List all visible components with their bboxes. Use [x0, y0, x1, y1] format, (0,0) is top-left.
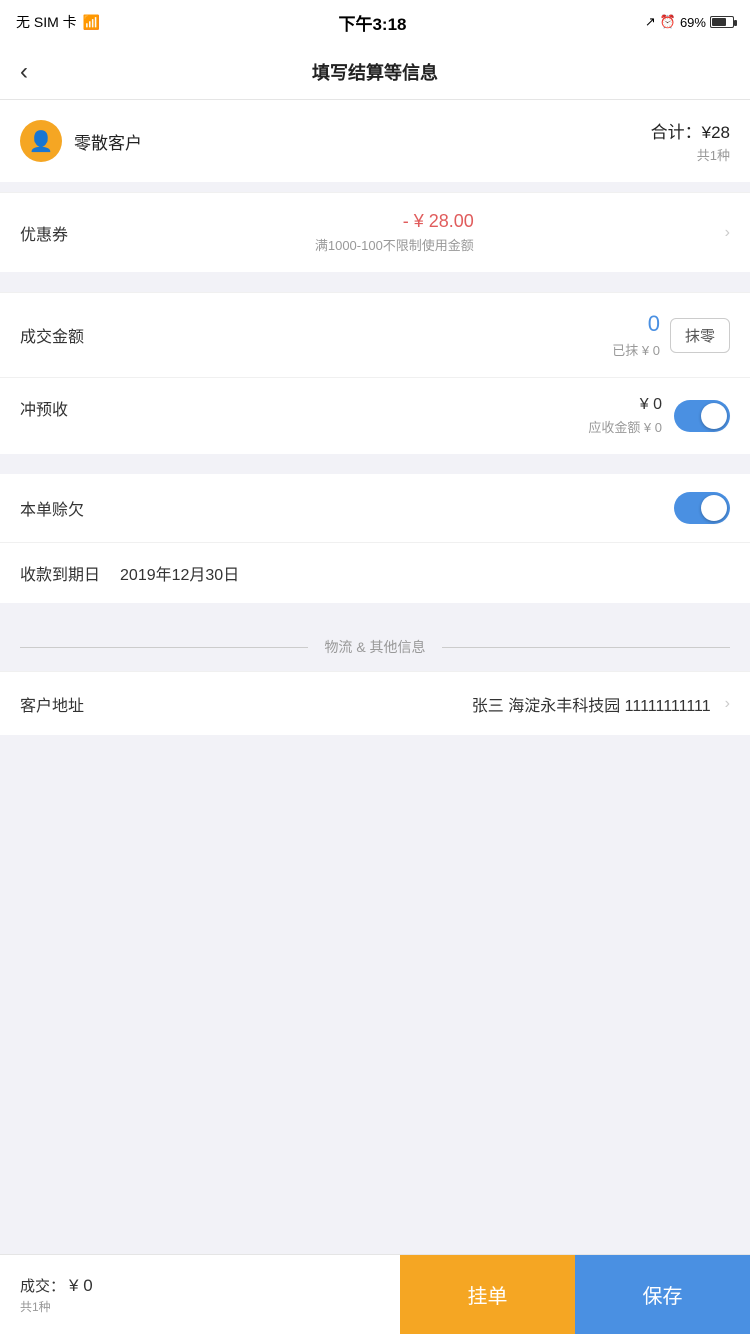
amount-subtext: 已抹 ¥ 0 [612, 340, 660, 359]
credit-toggle[interactable] [674, 492, 730, 524]
toggle-knob [701, 403, 727, 429]
bottom-deal-row: 成交： ¥ 0 [20, 1275, 380, 1296]
amount-right: 0 已抹 ¥ 0 抹零 [612, 311, 730, 359]
divider-3 [0, 613, 750, 623]
coupon-discount: - ¥ 28.00 [315, 211, 474, 232]
address-row[interactable]: 客户地址 张三 海淀永丰科技园 11111111111 › [0, 671, 750, 735]
coupon-row[interactable]: 优惠券 - ¥ 28.00 满1000-100不限制使用金额 › [0, 192, 750, 272]
sim-label: 无 SIM 卡 [16, 12, 77, 32]
divider-2 [0, 464, 750, 474]
prepaid-label: 冲预收 [20, 396, 68, 420]
customer-section: 👤 零散客户 合计：¥28 共1种 [0, 100, 750, 182]
save-button[interactable]: 保存 [575, 1255, 750, 1334]
amount-label: 成交金额 [20, 323, 84, 347]
battery-label: 69% [680, 15, 706, 30]
address-section[interactable]: 客户地址 张三 海淀永丰科技园 11111111111 › [0, 671, 750, 735]
bottom-bar: 成交： ¥ 0 共1种 挂单 保存 [0, 1254, 750, 1334]
customer-name: 零散客户 [74, 129, 142, 154]
amount-section: 成交金额 0 已抹 ¥ 0 抹零 冲预收 ¥ 0 应收金额 ¥ 0 [0, 292, 750, 454]
logistics-header: 物流 & 其他信息 [0, 623, 750, 671]
due-date-label: 收款到期日 [20, 561, 100, 585]
back-button[interactable]: ‹ [20, 58, 60, 86]
alarm-icon: ⏰ [660, 14, 676, 30]
total-count: 共1种 [651, 145, 730, 164]
prepaid-amount: ¥ 0 [588, 396, 662, 414]
customer-avatar: 👤 [20, 120, 62, 162]
header-line-left [20, 647, 308, 648]
amount-value[interactable]: 0 [612, 311, 660, 337]
address-value: 张三 海淀永丰科技园 11111111111 [472, 692, 711, 716]
location-icon: ↗ [645, 14, 656, 30]
coupon-right: - ¥ 28.00 满1000-100不限制使用金额 [315, 211, 474, 254]
credit-label: 本单赊欠 [20, 496, 84, 520]
divider-1 [0, 282, 750, 292]
battery-icon [710, 16, 734, 28]
customer-info: 👤 零散客户 [20, 120, 142, 162]
prepaid-values: ¥ 0 应收金额 ¥ 0 [588, 396, 662, 436]
status-bar: 无 SIM 卡 📶 下午3:18 ↗ ⏰ 69% [0, 0, 750, 44]
address-label: 客户地址 [20, 692, 84, 716]
amount-row: 成交金额 0 已抹 ¥ 0 抹零 [0, 292, 750, 377]
prepaid-subtext: 应收金额 ¥ 0 [588, 417, 662, 436]
status-left: 无 SIM 卡 📶 [16, 12, 100, 32]
logistics-label: 物流 & 其他信息 [324, 637, 425, 657]
total-amount: 合计：¥28 [651, 118, 730, 143]
due-date-value: 2019年12月30日 [120, 561, 239, 585]
credit-toggle-knob [701, 495, 727, 521]
bottom-count: 共1种 [20, 1298, 380, 1315]
credit-row: 本单赊欠 [0, 474, 750, 542]
avatar-icon: 👤 [29, 129, 54, 154]
due-date-row: 收款到期日 2019年12月30日 [0, 542, 750, 603]
amount-value-wrap: 0 已抹 ¥ 0 [612, 311, 660, 359]
prepaid-right: ¥ 0 应收金额 ¥ 0 [588, 396, 730, 436]
coupon-chevron: › [725, 224, 730, 242]
wifi-icon: 📶 [83, 14, 100, 31]
header-line-right [442, 647, 730, 648]
status-time: 下午3:18 [338, 10, 406, 35]
content: 👤 零散客户 合计：¥28 共1种 优惠券 - ¥ 28.00 满1000-10… [0, 100, 750, 835]
coupon-label: 优惠券 [20, 221, 68, 245]
prepaid-toggle[interactable] [674, 400, 730, 432]
round-button[interactable]: 抹零 [670, 318, 730, 353]
customer-total: 合计：¥28 共1种 [651, 118, 730, 164]
status-right: ↗ ⏰ 69% [645, 14, 734, 30]
bottom-summary: 成交： ¥ 0 共1种 [0, 1275, 400, 1315]
page-title: 填写结算等信息 [312, 59, 438, 85]
coupon-section[interactable]: 优惠券 - ¥ 28.00 满1000-100不限制使用金额 › [0, 192, 750, 272]
bottom-deal-label: 成交： [20, 1275, 65, 1296]
customer-row: 👤 零散客户 合计：¥28 共1种 [0, 100, 750, 182]
nav-bar: ‹ 填写结算等信息 [0, 44, 750, 100]
coupon-desc: 满1000-100不限制使用金额 [315, 235, 474, 254]
address-right: 张三 海淀永丰科技园 11111111111 › [472, 692, 730, 716]
pending-button[interactable]: 挂单 [400, 1255, 575, 1334]
credit-section: 本单赊欠 收款到期日 2019年12月30日 [0, 474, 750, 603]
bottom-deal-amount: ¥ 0 [69, 1276, 93, 1296]
address-chevron: › [725, 695, 730, 713]
prepaid-row: 冲预收 ¥ 0 应收金额 ¥ 0 [0, 377, 750, 454]
